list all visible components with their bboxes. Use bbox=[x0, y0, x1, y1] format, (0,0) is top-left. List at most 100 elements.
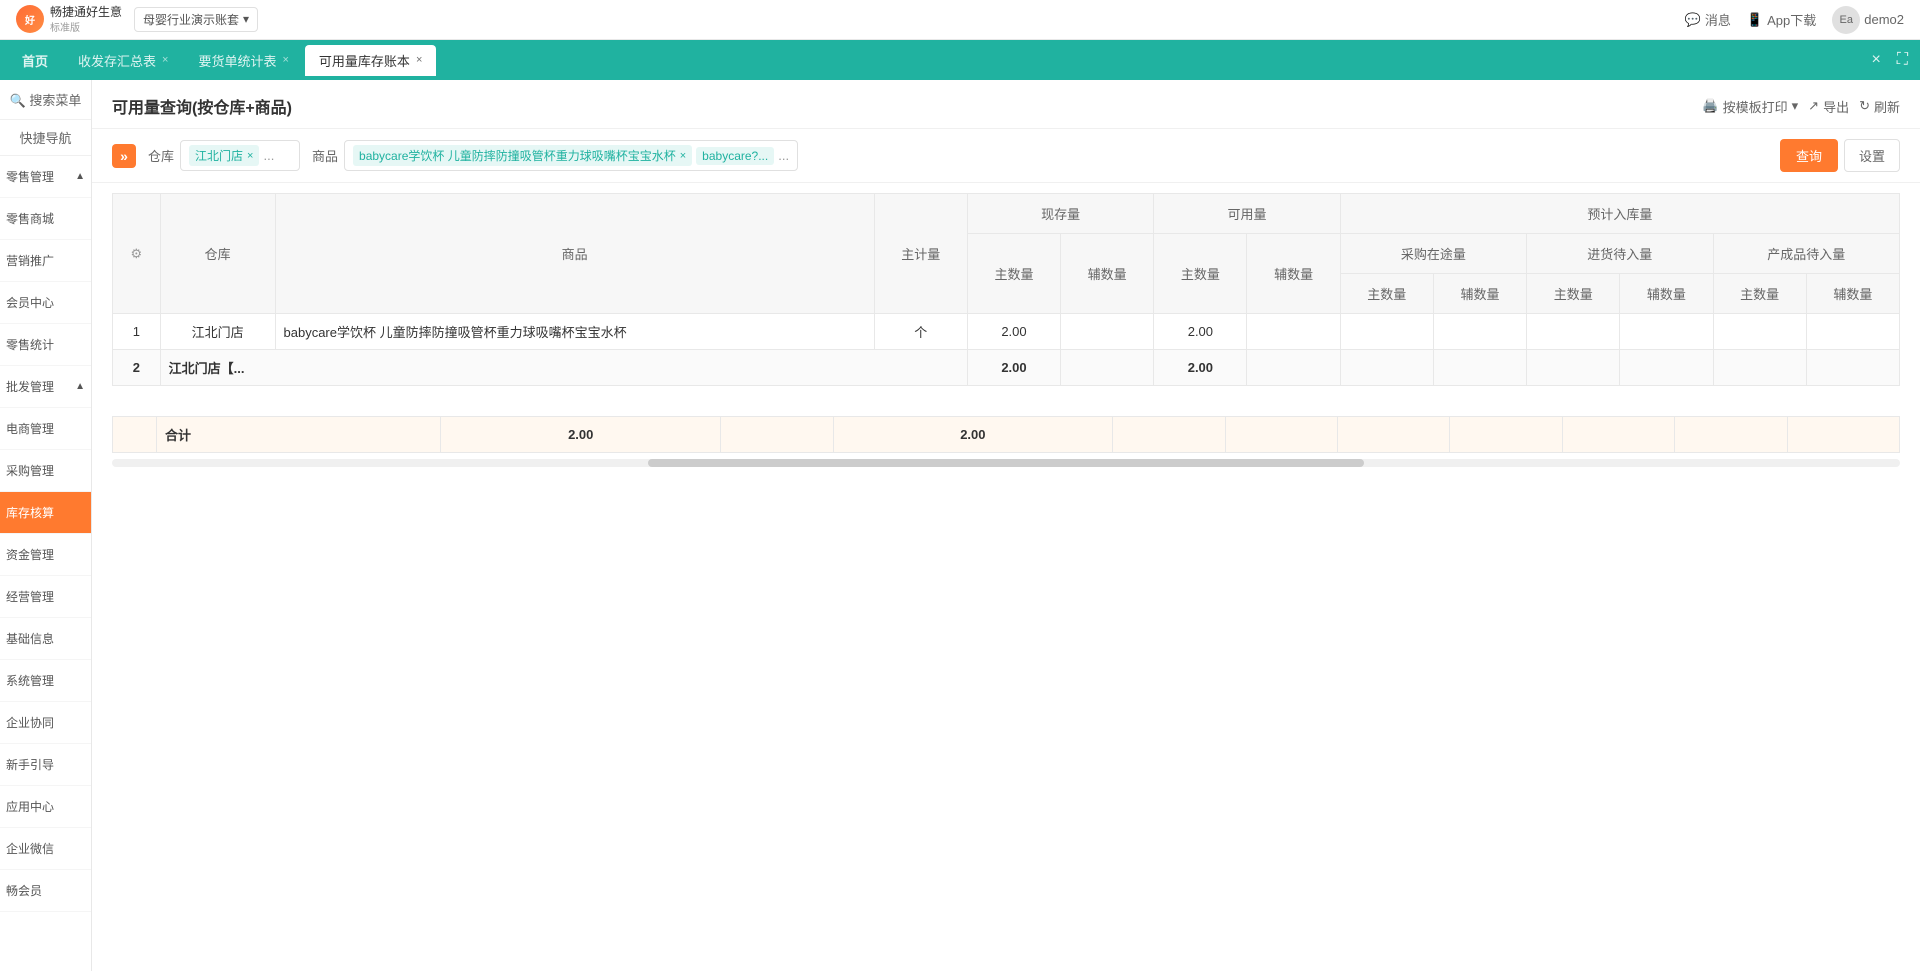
logo-text-area: 畅捷通好生意 标准版 bbox=[50, 5, 122, 34]
export-label: 导出 bbox=[1823, 97, 1849, 116]
subtotal-current-main: 2.00 bbox=[967, 350, 1060, 386]
tab-home[interactable]: 首页 bbox=[8, 45, 62, 76]
product-tag-1: babycare学饮杯 儿童防摔防撞吸管杯重力球吸嘴杯宝宝水杯 × bbox=[353, 145, 692, 166]
tab-available-stock-close[interactable]: × bbox=[416, 54, 422, 66]
tab-receive-summary-close[interactable]: × bbox=[162, 54, 168, 66]
page-content: 可用量查询(按仓库+商品) 🖨️ 按模板打印 ▾ ↗ 导出 ↻ 刷新 bbox=[92, 80, 1920, 971]
th-product: 商品 bbox=[275, 194, 874, 314]
tab-available-stock[interactable]: 可用量库存账本 × bbox=[305, 45, 436, 76]
subtotal-warehouse: 江北门店【... bbox=[160, 350, 967, 386]
sidebar-item-member[interactable]: 会员中心 bbox=[0, 282, 91, 324]
cell-product: babycare学饮杯 儿童防摔防撞吸管杯重力球吸嘴杯宝宝水杯 bbox=[275, 314, 874, 350]
settings-button[interactable]: 设置 bbox=[1844, 139, 1900, 172]
cell-no: 1 bbox=[113, 314, 161, 350]
sidebar-item-retail-mall[interactable]: 零售商城 bbox=[0, 198, 91, 240]
footer-purchase-main bbox=[1225, 417, 1337, 453]
subtotal-available-aux bbox=[1247, 350, 1340, 386]
tab-order-stats-label: 要货单统计表 bbox=[198, 51, 276, 70]
content-area: 可用量查询(按仓库+商品) 🖨️ 按模板打印 ▾ ↗ 导出 ↻ 刷新 bbox=[92, 80, 1920, 971]
tab-home-label: 首页 bbox=[22, 51, 48, 70]
top-bar-right: 💬 消息 📱 App下载 Ea demo2 bbox=[1685, 6, 1904, 34]
sidebar-item-newbie-label: 新手引导 bbox=[6, 756, 54, 773]
warehouse-tag-remove[interactable]: × bbox=[247, 150, 253, 162]
query-button[interactable]: 查询 bbox=[1780, 139, 1838, 172]
main-layout: 🔍 搜索菜单 快捷导航 零售管理 ▲ 零售商城 营销推广 会员中心 零售统计 批… bbox=[0, 80, 1920, 971]
cell-current-main: 2.00 bbox=[967, 314, 1060, 350]
th-current-stock-group: 现存量 bbox=[967, 194, 1153, 234]
table-row: 1 江北门店 babycare学饮杯 儿童防摔防撞吸管杯重力球吸嘴杯宝宝水杯 个… bbox=[113, 314, 1900, 350]
sidebar-item-inventory[interactable]: 库存核算 bbox=[0, 492, 91, 534]
sidebar-item-marketing[interactable]: 营销推广 bbox=[0, 240, 91, 282]
th-settings[interactable]: ⚙ bbox=[113, 194, 161, 314]
horizontal-scrollbar[interactable] bbox=[112, 459, 1900, 467]
product-filter-input[interactable]: babycare学饮杯 儿童防摔防撞吸管杯重力球吸嘴杯宝宝水杯 × babyca… bbox=[344, 140, 798, 171]
th-production-in-group: 产成品待入量 bbox=[1713, 234, 1900, 274]
phone-icon: 📱 bbox=[1747, 12, 1763, 28]
th-available-aux: 辅数量 bbox=[1247, 234, 1340, 314]
sidebar-item-enterprise-wechat[interactable]: 企业微信 bbox=[0, 828, 91, 870]
sidebar-item-enterprise-label: 企业协同 bbox=[6, 714, 54, 731]
message-button[interactable]: 💬 消息 bbox=[1685, 10, 1731, 29]
sidebar-item-finance-label: 资金管理 bbox=[6, 546, 54, 563]
sidebar-item-purchase[interactable]: 采购管理 bbox=[0, 450, 91, 492]
product-tag-1-remove[interactable]: × bbox=[680, 150, 686, 162]
sidebar-item-retail-stats[interactable]: 零售统计 bbox=[0, 324, 91, 366]
footer-available-aux bbox=[1113, 417, 1225, 453]
sidebar-item-basic-info[interactable]: 基础信息 bbox=[0, 618, 91, 660]
tab-order-stats-close[interactable]: × bbox=[282, 54, 288, 66]
tab-order-stats[interactable]: 要货单统计表 × bbox=[184, 45, 302, 76]
subtotal-pending-aux bbox=[1620, 350, 1713, 386]
data-table: ⚙ 仓库 商品 主计量 现存量 可用量 预计入库量 主数量 辅数量 主数量 bbox=[112, 193, 1900, 386]
filter-actions: 查询 设置 bbox=[1780, 139, 1900, 172]
subtotal-production-aux bbox=[1806, 350, 1899, 386]
sidebar-search[interactable]: 🔍 搜索菜单 bbox=[0, 80, 91, 120]
sidebar-item-wholesale[interactable]: 批发管理 ▲ bbox=[0, 366, 91, 408]
sidebar-item-finance[interactable]: 资金管理 bbox=[0, 534, 91, 576]
industry-selector[interactable]: 母婴行业演示账套 ▾ bbox=[134, 7, 258, 32]
print-icon: 🖨️ bbox=[1702, 98, 1718, 114]
nav-tabs: 首页 收发存汇总表 × 要货单统计表 × 可用量库存账本 × × ⛶ bbox=[0, 40, 1920, 80]
th-current-main: 主数量 bbox=[967, 234, 1060, 314]
sidebar-item-retail-stats-label: 零售统计 bbox=[6, 336, 54, 353]
tab-close-all-icon[interactable]: × bbox=[1867, 47, 1884, 73]
th-available-group: 可用量 bbox=[1154, 194, 1340, 234]
sidebar-item-newbie[interactable]: 新手引导 bbox=[0, 744, 91, 786]
app-name: 畅捷通好生意 bbox=[50, 5, 122, 19]
cell-available-aux bbox=[1247, 314, 1340, 350]
subtotal-current-aux bbox=[1061, 350, 1154, 386]
sidebar-item-operations[interactable]: 经营管理 bbox=[0, 576, 91, 618]
appdown-label: App下载 bbox=[1767, 10, 1816, 29]
sidebar-quick-nav[interactable]: 快捷导航 bbox=[0, 120, 91, 156]
sidebar-item-wholesale-label: 批发管理 bbox=[6, 378, 54, 395]
chevron-down-icon: ▾ bbox=[243, 12, 249, 26]
subtotal-row: 2 江北门店【... 2.00 2.00 bbox=[113, 350, 1900, 386]
th-production-aux: 辅数量 bbox=[1806, 274, 1899, 314]
print-button[interactable]: 🖨️ 按模板打印 ▾ bbox=[1702, 97, 1798, 116]
expand-button[interactable]: » bbox=[112, 144, 136, 168]
message-icon: 💬 bbox=[1685, 12, 1701, 28]
warehouse-dots[interactable]: ... bbox=[263, 148, 274, 163]
sidebar-item-retail[interactable]: 零售管理 ▲ bbox=[0, 156, 91, 198]
user-area[interactable]: Ea demo2 bbox=[1832, 6, 1904, 34]
warehouse-filter-input[interactable]: 江北门店 × ... bbox=[180, 140, 300, 171]
username-label: demo2 bbox=[1864, 12, 1904, 27]
product-dots[interactable]: ... bbox=[778, 148, 789, 163]
refresh-button[interactable]: ↻ 刷新 bbox=[1859, 97, 1900, 116]
product-filter-label: 商品 bbox=[312, 146, 338, 165]
sidebar-item-system-label: 系统管理 bbox=[6, 672, 54, 689]
footer-production-aux bbox=[1787, 417, 1899, 453]
subtotal-purchase-main bbox=[1340, 350, 1433, 386]
export-button[interactable]: ↗ 导出 bbox=[1808, 97, 1849, 116]
chevron-icon: ▲ bbox=[75, 381, 85, 392]
sidebar-item-system[interactable]: 系统管理 bbox=[0, 660, 91, 702]
sidebar-item-member2[interactable]: 畅会员 bbox=[0, 870, 91, 912]
cell-purchase-main bbox=[1340, 314, 1433, 350]
th-pending-in-group: 进货待入量 bbox=[1527, 234, 1713, 274]
page-header: 可用量查询(按仓库+商品) 🖨️ 按模板打印 ▾ ↗ 导出 ↻ 刷新 bbox=[92, 80, 1920, 129]
tab-receive-summary[interactable]: 收发存汇总表 × bbox=[64, 45, 182, 76]
sidebar-item-ecommerce[interactable]: 电商管理 bbox=[0, 408, 91, 450]
sidebar-item-app-center[interactable]: 应用中心 bbox=[0, 786, 91, 828]
appdown-button[interactable]: 📱 App下载 bbox=[1747, 10, 1816, 29]
sidebar-item-enterprise[interactable]: 企业协同 bbox=[0, 702, 91, 744]
tab-fullscreen-icon[interactable]: ⛶ bbox=[1893, 47, 1912, 73]
